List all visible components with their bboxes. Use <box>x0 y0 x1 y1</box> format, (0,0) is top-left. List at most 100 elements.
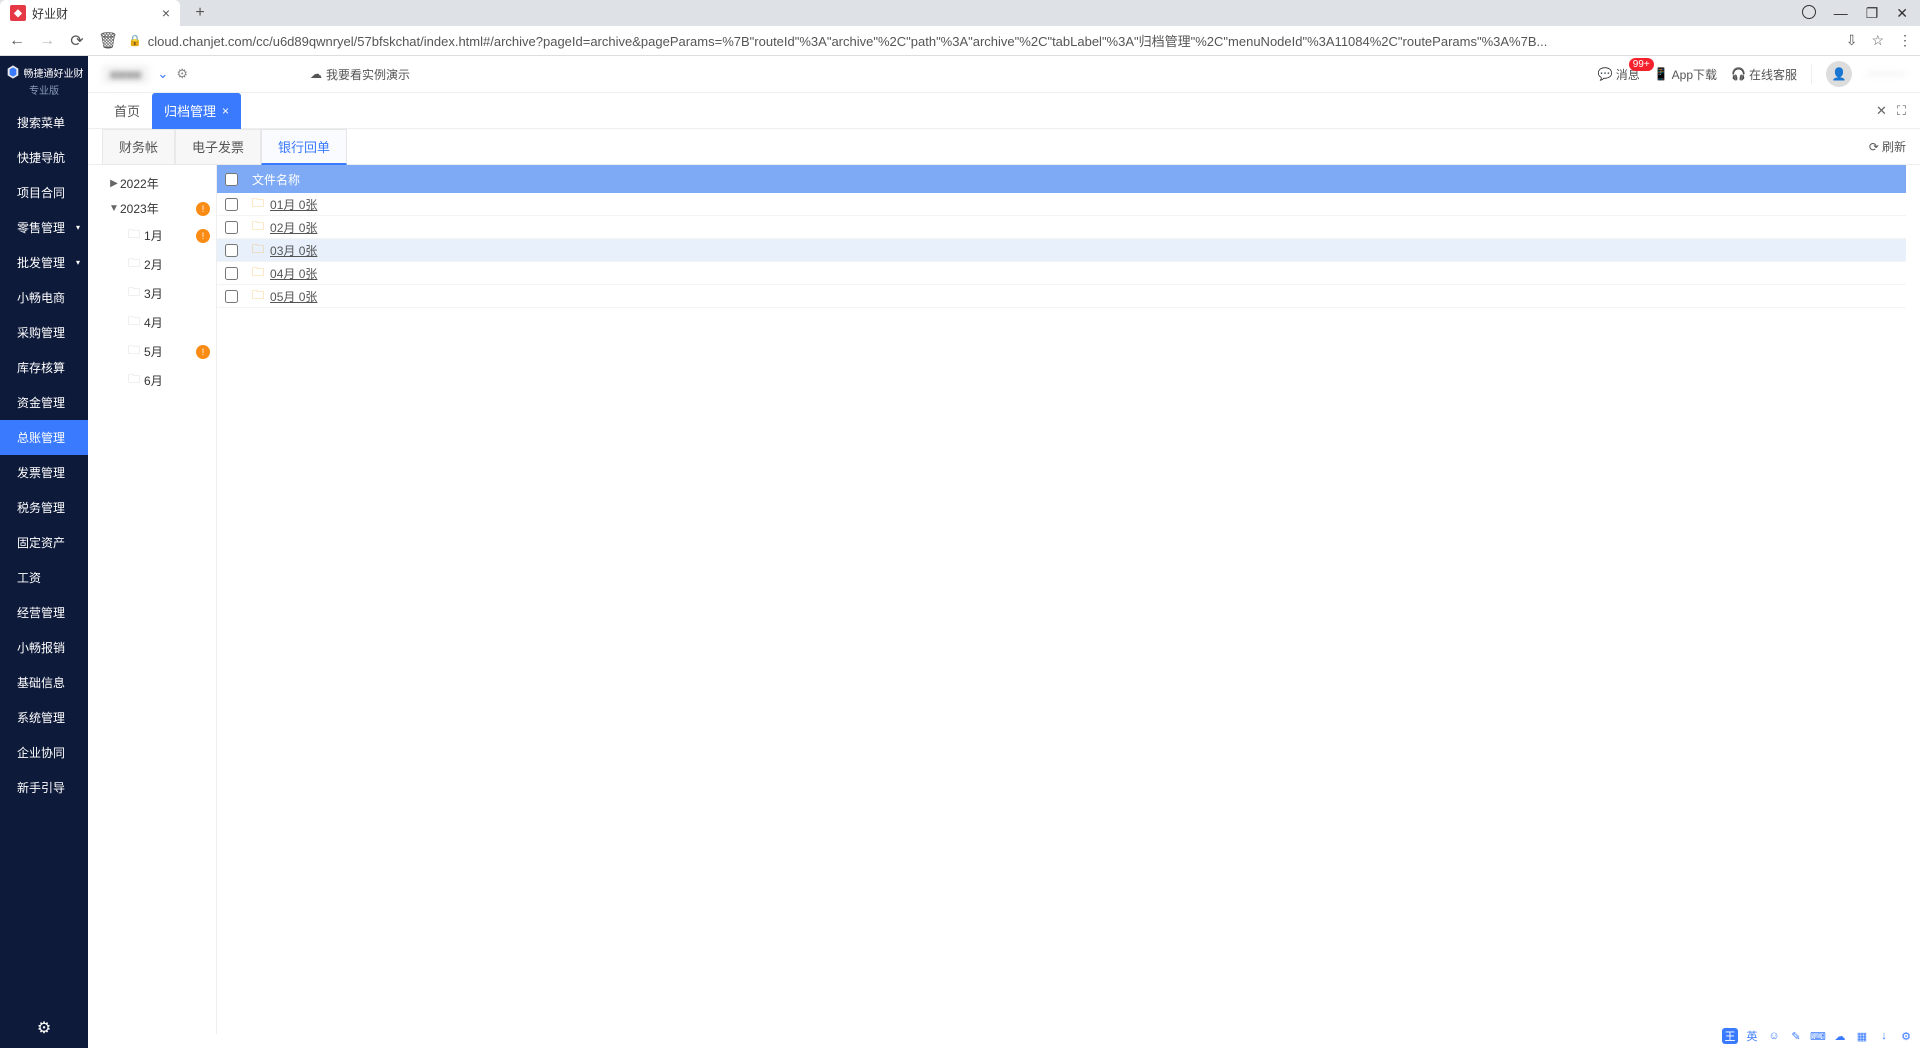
sidebar-item-label: 固定资产 <box>17 534 65 551</box>
sidebar-item-批发管理[interactable]: 批发管理▾ <box>0 245 88 280</box>
minimize-button[interactable]: — <box>1834 5 1848 22</box>
close-tab-icon[interactable]: × <box>162 5 170 21</box>
logo-icon <box>5 64 21 80</box>
sidebar-item-label: 新手引导 <box>17 779 65 796</box>
sidebar-item-基础信息[interactable]: 基础信息 <box>0 665 88 700</box>
tray-icon-1[interactable]: ☺ <box>1766 1028 1782 1044</box>
tray-icon-2[interactable]: ✎ <box>1788 1028 1804 1044</box>
tree-month-6月[interactable]: 🗀6月 <box>102 366 216 395</box>
account-icon[interactable] <box>1802 5 1816 19</box>
ime-lang-icon[interactable]: 英 <box>1744 1028 1760 1044</box>
reload-button[interactable]: ⟳ <box>68 31 86 51</box>
install-app-icon[interactable]: ⇩ <box>1846 32 1858 49</box>
file-row[interactable]: 🗀01月 0张 <box>217 193 1906 216</box>
file-row[interactable]: 🗀 04月 0张 <box>217 262 1906 285</box>
messages-link[interactable]: 💬 消息 99+ <box>1598 66 1640 83</box>
sidebar-item-快捷导航[interactable]: 快捷导航 <box>0 140 88 175</box>
chevron-down-icon: ▾ <box>76 223 80 232</box>
row-checkbox[interactable] <box>225 198 238 211</box>
company-selector[interactable]: ■■■■ ⌄ ⚙ <box>102 65 292 84</box>
page-tab-label: 首页 <box>114 101 140 120</box>
tray-settings-icon[interactable]: ⚙ <box>1898 1028 1914 1044</box>
tray-icon-3[interactable]: ⌨ <box>1810 1028 1826 1044</box>
settings-gear-icon[interactable]: ⚙ <box>0 1008 88 1048</box>
caret-down-icon: ▼ <box>108 203 120 214</box>
row-checkbox[interactable] <box>225 267 238 280</box>
refresh-button[interactable]: ⟳ 刷新 <box>1869 138 1906 155</box>
delete-icon[interactable]: 🗑 <box>98 31 116 51</box>
sidebar-item-零售管理[interactable]: 零售管理▾ <box>0 210 88 245</box>
close-all-tabs-icon[interactable]: ✕ <box>1876 103 1887 119</box>
folder-icon: 🗀 <box>252 263 264 284</box>
sidebar-item-发票管理[interactable]: 发票管理 <box>0 455 88 490</box>
sidebar-item-小畅报销[interactable]: 小畅报销 <box>0 630 88 665</box>
company-name: ■■■■ <box>102 65 149 84</box>
gear-icon[interactable]: ⚙ <box>176 66 188 82</box>
row-checkbox[interactable] <box>225 221 238 234</box>
sidebar-item-系统管理[interactable]: 系统管理 <box>0 700 88 735</box>
sub-tab-电子发票[interactable]: 电子发票 <box>175 129 261 165</box>
sidebar-item-资金管理[interactable]: 资金管理 <box>0 385 88 420</box>
sub-tab-银行回单[interactable]: 银行回单 <box>261 129 347 165</box>
sidebar-item-固定资产[interactable]: 固定资产 <box>0 525 88 560</box>
tree-month-2月[interactable]: 🗀2月 <box>102 250 216 279</box>
new-tab-button[interactable]: + <box>188 4 212 22</box>
close-window-button[interactable]: ✕ <box>1896 5 1908 22</box>
file-name-link[interactable]: 01月 0张 <box>270 196 317 213</box>
file-row[interactable]: 🗀02月 0张 <box>217 216 1906 239</box>
tree-month-5月[interactable]: 🗀5月! <box>102 337 216 366</box>
sidebar-item-总账管理[interactable]: 总账管理 <box>0 420 88 455</box>
sub-tab-财务帐[interactable]: 财务帐 <box>102 129 175 165</box>
sidebar-item-搜索菜单[interactable]: 搜索菜单 <box>0 105 88 140</box>
page-tab-首页[interactable]: 首页 <box>102 93 152 129</box>
ime-icon[interactable]: 王 <box>1722 1028 1738 1044</box>
tree-month-4月[interactable]: 🗀4月 <box>102 308 216 337</box>
tree-year-2023年[interactable]: ▼2023年! <box>102 196 216 221</box>
tray-icon-5[interactable]: ▦ <box>1854 1028 1870 1044</box>
tree-month-1月[interactable]: 🗀1月! <box>102 221 216 250</box>
sidebar-item-工资[interactable]: 工资 <box>0 560 88 595</box>
row-checkbox[interactable] <box>225 290 238 303</box>
user-avatar[interactable]: 👤 <box>1826 61 1852 87</box>
sidebar-item-小畅电商[interactable]: 小畅电商 <box>0 280 88 315</box>
sidebar-item-新手引导[interactable]: 新手引导 <box>0 770 88 805</box>
file-row[interactable]: 🗀05月 0张 <box>217 285 1906 308</box>
browser-tab[interactable]: ◆ 好业财 × <box>0 0 180 26</box>
file-name-link[interactable]: 05月 0张 <box>270 288 317 305</box>
sidebar-item-采购管理[interactable]: 采购管理 <box>0 315 88 350</box>
sidebar-item-企业协同[interactable]: 企业协同 <box>0 735 88 770</box>
sidebar-item-经营管理[interactable]: 经营管理 <box>0 595 88 630</box>
maximize-button[interactable]: ❐ <box>1866 5 1879 22</box>
file-row[interactable]: 🗀03月 0张 <box>217 239 1906 262</box>
folder-icon: 🗀 <box>128 254 140 275</box>
star-icon[interactable]: ☆ <box>1871 32 1884 49</box>
tree-label: 2月 <box>144 256 163 273</box>
sidebar-item-label: 快捷导航 <box>17 149 65 166</box>
chevron-down-icon: ⌄ <box>157 66 168 82</box>
tree-year-2022年[interactable]: ▶2022年 <box>102 171 216 196</box>
app-download-link[interactable]: 📱 App下载 <box>1654 66 1717 83</box>
sidebar-item-库存核算[interactable]: 库存核算 <box>0 350 88 385</box>
tree-month-3月[interactable]: 🗀3月 <box>102 279 216 308</box>
customer-service-link[interactable]: 🎧 在线客服 <box>1731 66 1797 83</box>
topbar: ■■■■ ⌄ ⚙ ☁ 我要看实例演示 💬 消息 99+ 📱 App下载 <box>88 56 1920 93</box>
row-checkbox[interactable] <box>225 244 238 257</box>
select-all-checkbox[interactable] <box>225 173 238 186</box>
tray-icon-4[interactable]: ☁ <box>1832 1028 1848 1044</box>
url-bar[interactable]: 🔒 cloud.chanjet.com/cc/u6d89qwnryel/57bf… <box>128 31 1834 50</box>
file-name-link[interactable]: 03月 0张 <box>270 242 317 259</box>
close-tab-icon[interactable]: × <box>222 104 229 118</box>
chat-icon: 💬 <box>1598 67 1613 81</box>
forward-button[interactable]: → <box>38 32 56 50</box>
demo-link[interactable]: ☁ 我要看实例演示 <box>310 66 410 83</box>
tree-label: 3月 <box>144 285 163 302</box>
file-name-link[interactable]: 04月 0张 <box>270 265 317 282</box>
file-name-link[interactable]: 02月 0张 <box>270 219 317 236</box>
fullscreen-icon[interactable]: ⛶ <box>1897 103 1906 119</box>
sidebar-item-项目合同[interactable]: 项目合同 <box>0 175 88 210</box>
back-button[interactable]: ← <box>8 32 26 50</box>
page-tab-归档管理[interactable]: 归档管理× <box>152 93 241 129</box>
kebab-menu-icon[interactable]: ⋮ <box>1898 32 1912 49</box>
sidebar-item-税务管理[interactable]: 税务管理 <box>0 490 88 525</box>
tray-icon-6[interactable]: ↓ <box>1876 1028 1892 1044</box>
